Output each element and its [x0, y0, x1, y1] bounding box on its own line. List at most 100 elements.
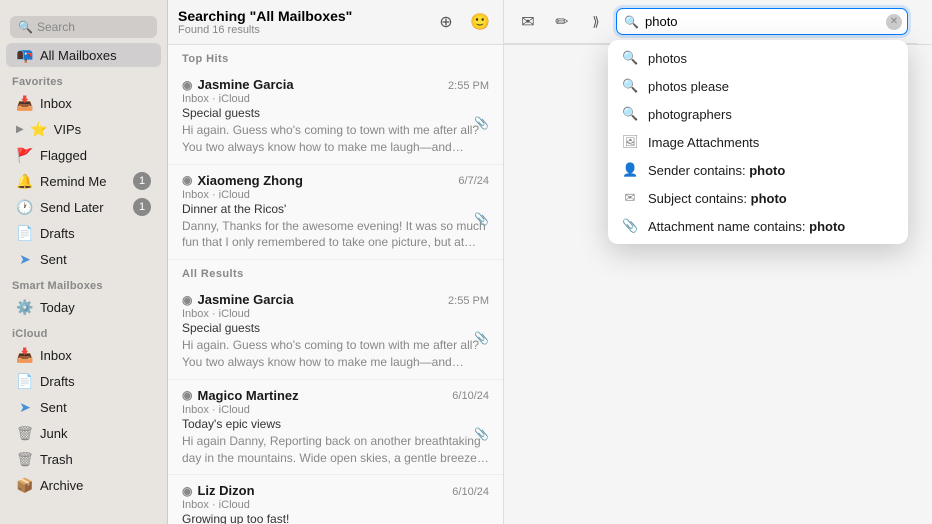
- icloud-trash-icon: 🗑: [16, 450, 34, 468]
- dropdown-item-attachment-name[interactable]: 📎 Attachment name contains: photo: [608, 212, 908, 240]
- email-header: ◉ Jasmine Garcia 2:55 PM: [182, 77, 489, 92]
- sidebar-item-icloud-sent[interactable]: ➤ Sent: [6, 395, 161, 419]
- attachment-icon: 📎: [474, 116, 489, 130]
- dropdown-item-text-6: Subject contains: photo: [648, 191, 894, 206]
- sender-dot-r3: ◉: [182, 484, 192, 498]
- email-time-r3: 6/10/24: [452, 486, 489, 498]
- sidebar-item-icloud-inbox[interactable]: 📥 Inbox: [6, 343, 161, 367]
- search-icon: 🔍: [18, 20, 33, 34]
- attachment-name-icon: 📎: [622, 218, 638, 234]
- sidebar-item-sent[interactable]: ➤ Sent: [6, 247, 161, 271]
- icloud-archive-label: Archive: [40, 478, 151, 493]
- dropdown-item-photographers[interactable]: 🔍 photographers: [608, 100, 908, 128]
- email-header-r1: ◉ Jasmine Garcia 2:55 PM: [182, 292, 489, 307]
- send-later-label: Send Later: [40, 200, 127, 215]
- compose-icon-button[interactable]: ✏: [548, 8, 576, 36]
- dropdown-item-text-4: Image Attachments: [648, 135, 894, 150]
- search-input[interactable]: [616, 8, 908, 35]
- sidebar-item-icloud-drafts[interactable]: 📄 Drafts: [6, 369, 161, 393]
- email-time-2: 6/7/24: [458, 175, 489, 187]
- icloud-inbox-icon: 📥: [16, 346, 34, 364]
- email-time-r2: 6/10/24: [452, 390, 489, 402]
- favorites-section-label: Favorites: [0, 68, 167, 90]
- dropdown-item-image-attachments[interactable]: 🖼 Image Attachments: [608, 128, 908, 156]
- vips-icon: ⭐: [30, 120, 48, 138]
- email-preview-r2: Hi again Danny, Reporting back on anothe…: [182, 433, 489, 467]
- icloud-drafts-icon: 📄: [16, 372, 34, 390]
- inbox-icon: 📥: [16, 94, 34, 112]
- sidebar-item-icloud-junk[interactable]: 🗑 Junk: [6, 421, 161, 445]
- sidebar-item-send-later[interactable]: 🕐 Send Later 1: [6, 195, 161, 219]
- email-item-top-1[interactable]: ◉ Jasmine Garcia 2:55 PM Inbox · iCloud …: [168, 69, 503, 165]
- compose-button[interactable]: ⊕: [433, 9, 459, 35]
- icloud-section-label: iCloud: [0, 320, 167, 342]
- inbox-label: Inbox: [40, 96, 151, 111]
- sidebar-item-today[interactable]: ⚙️ Today: [6, 295, 161, 319]
- sent-icon: ➤: [16, 250, 34, 268]
- email-preview-2: Danny, Thanks for the awesome evening! I…: [182, 218, 489, 252]
- email-location-r2: Inbox · iCloud: [182, 404, 489, 416]
- emoji-button[interactable]: 🙂: [467, 9, 493, 35]
- icloud-sent-label: Sent: [40, 400, 151, 415]
- attachment-icon-r2: 📎: [474, 427, 489, 441]
- top-hits-header: Top Hits: [168, 45, 503, 69]
- sidebar-item-drafts[interactable]: 📄 Drafts: [6, 221, 161, 245]
- sidebar: 🔍 Search 📭 All Mailboxes Favorites 📥 Inb…: [0, 0, 168, 524]
- email-location-r3: Inbox · iCloud: [182, 499, 489, 511]
- dropdown-item-sender-contains[interactable]: 👤 Sender contains: photo: [608, 156, 908, 184]
- search-clear-button[interactable]: ✕: [886, 14, 902, 30]
- email-item-top-2[interactable]: ◉ Xiaomeng Zhong 6/7/24 Inbox · iCloud D…: [168, 165, 503, 261]
- sidebar-item-all-mailboxes[interactable]: 📭 All Mailboxes: [6, 43, 161, 67]
- email-time-r1: 2:55 PM: [448, 295, 489, 307]
- email-subject: Special guests: [182, 106, 489, 120]
- smart-mailboxes-section-label: Smart Mailboxes: [0, 272, 167, 294]
- icloud-trash-label: Trash: [40, 452, 151, 467]
- sidebar-search-box[interactable]: 🔍 Search: [10, 16, 157, 38]
- sidebar-item-flagged[interactable]: 🚩 Flagged: [6, 143, 161, 167]
- sidebar-item-vips[interactable]: ▶ ⭐ VIPs: [6, 117, 161, 141]
- sidebar-item-icloud-archive[interactable]: 📦 Archive: [6, 473, 161, 497]
- icloud-junk-icon: 🗑: [16, 424, 34, 442]
- sidebar-item-inbox[interactable]: 📥 Inbox: [6, 91, 161, 115]
- email-list-toolbar: Searching "All Mailboxes" Found 16 resul…: [168, 0, 504, 44]
- dropdown-item-photos[interactable]: 🔍 photos: [608, 44, 908, 72]
- drafts-icon: 📄: [16, 224, 34, 242]
- all-mailboxes-icon: 📭: [16, 46, 34, 64]
- today-icon: ⚙️: [16, 298, 34, 316]
- search-toolbar: ✉ ✏ ⟫ 🔍 ✕ 🔍 photos 🔍 photos please �: [504, 0, 918, 44]
- email-item-result-3[interactable]: ◉ Liz Dizon 6/10/24 Inbox · iCloud Growi…: [168, 475, 503, 524]
- drafts-label: Drafts: [40, 226, 151, 241]
- dropdown-item-subject-contains[interactable]: ✉ Subject contains: photo: [608, 184, 908, 212]
- sender-icon: 👤: [622, 162, 638, 178]
- attachment-icon-2: 📎: [474, 212, 489, 226]
- email-time: 2:55 PM: [448, 80, 489, 92]
- flagged-label: Flagged: [40, 148, 151, 163]
- sidebar-search-section: 🔍 Search: [0, 8, 167, 42]
- sidebar-item-icloud-trash[interactable]: 🗑 Trash: [6, 447, 161, 471]
- toolbar-title: Searching "All Mailboxes": [178, 8, 425, 24]
- search-suggestion-icon-3: 🔍: [622, 106, 638, 122]
- search-suggestion-icon-2: 🔍: [622, 78, 638, 94]
- mail-icon-button[interactable]: ✉: [514, 8, 542, 36]
- send-later-badge: 1: [133, 198, 151, 216]
- all-results-header: All Results: [168, 260, 503, 284]
- dropdown-item-text-3: photographers: [648, 107, 894, 122]
- email-item-result-1[interactable]: ◉ Jasmine Garcia 2:55 PM Inbox · iCloud …: [168, 284, 503, 380]
- sidebar-item-remind-me[interactable]: 🔔 Remind Me 1: [6, 169, 161, 193]
- email-sender-r2: ◉ Magico Martinez: [182, 388, 299, 403]
- sender-dot-r2: ◉: [182, 388, 192, 402]
- sender-avatar-dot: ◉: [182, 78, 192, 92]
- vips-label: VIPs: [54, 122, 151, 137]
- dropdown-item-photos-please[interactable]: 🔍 photos please: [608, 72, 908, 100]
- email-item-result-2[interactable]: ◉ Magico Martinez 6/10/24 Inbox · iCloud…: [168, 380, 503, 476]
- search-magnifier-icon: 🔍: [624, 15, 639, 29]
- email-location-2: Inbox · iCloud: [182, 189, 489, 201]
- subject-icon: ✉: [622, 190, 638, 206]
- dropdown-item-text-7: Attachment name contains: photo: [648, 219, 894, 234]
- remind-me-label: Remind Me: [40, 174, 127, 189]
- email-location: Inbox · iCloud: [182, 93, 489, 105]
- email-subject-r3: Growing up too fast!: [182, 512, 489, 524]
- expand-icon-button[interactable]: ⟫: [582, 8, 610, 36]
- attachment-icon-r1: 📎: [474, 331, 489, 345]
- sender-avatar-dot-2: ◉: [182, 173, 192, 187]
